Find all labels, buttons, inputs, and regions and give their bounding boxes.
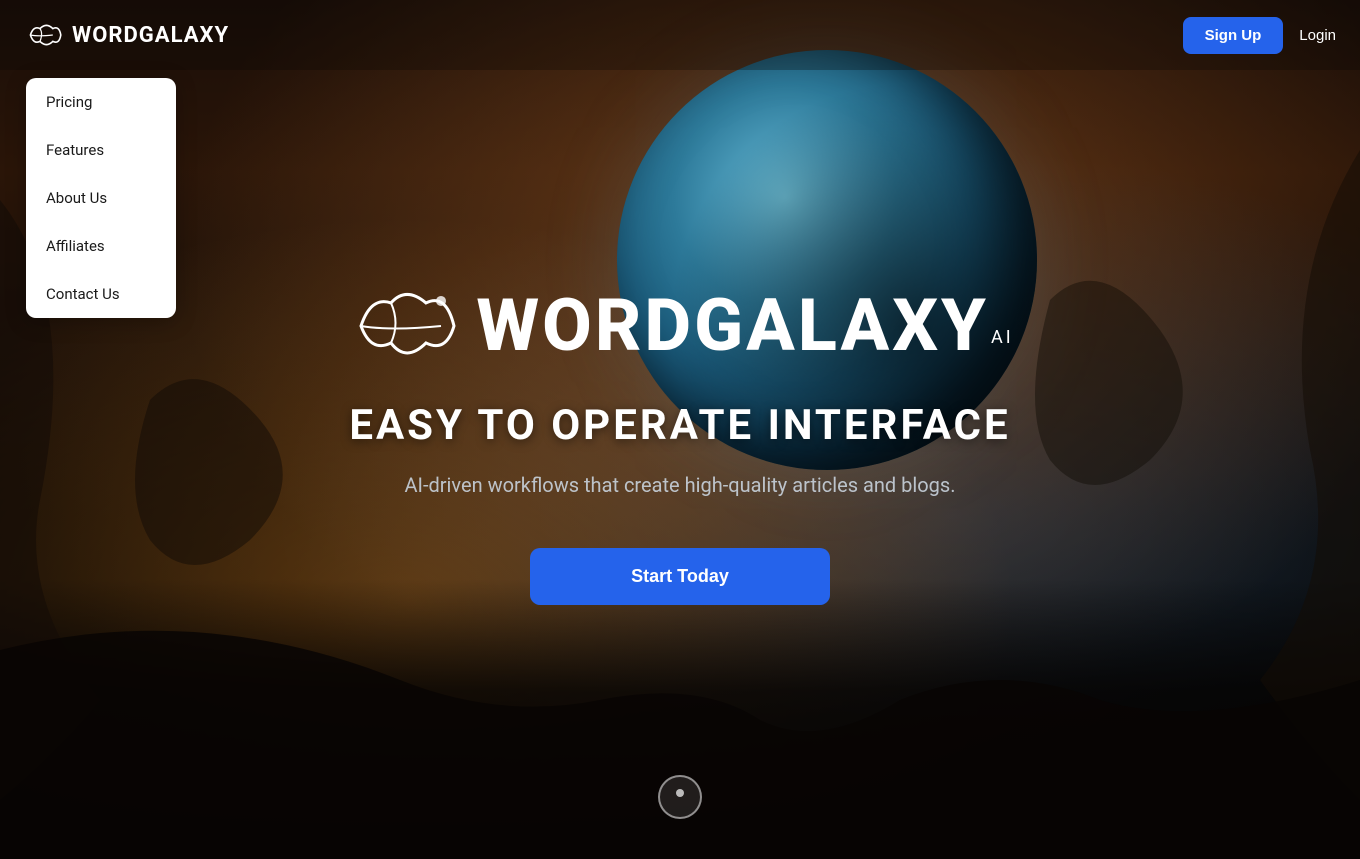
signup-button[interactable]: Sign Up: [1183, 17, 1284, 54]
scroll-dot: [676, 789, 684, 797]
hero-logo-icon: [346, 280, 466, 370]
hero-logo: WORDGALAXYAI: [230, 280, 1130, 370]
hero-logo-wordtext: WORDGALAXYAI: [476, 289, 1013, 361]
navbar: WORDGALAXY Sign Up Login: [0, 0, 1360, 70]
hero-content: WORDGALAXYAI EASY TO OPERATE INTERFACE A…: [230, 280, 1130, 604]
navbar-brand-text: WORDGALAXY: [72, 23, 229, 48]
menu-item-pricing[interactable]: Pricing: [26, 78, 176, 126]
scroll-circle: [658, 775, 702, 819]
brand-name: WORDGALAXY: [72, 23, 229, 48]
start-today-button[interactable]: Start Today: [530, 547, 830, 604]
hero-title: EASY TO OPERATE INTERFACE: [230, 400, 1130, 449]
hero-subtitle: AI-driven workflows that create high-qua…: [230, 469, 1130, 499]
menu-item-affiliates[interactable]: Affiliates: [26, 222, 176, 270]
menu-item-contact[interactable]: Contact Us: [26, 270, 176, 318]
menu-item-about[interactable]: About Us: [26, 174, 176, 222]
menu-item-features[interactable]: Features: [26, 126, 176, 174]
scroll-indicator: [658, 775, 702, 819]
hero-brand-name: WORDGALAXY: [476, 282, 989, 367]
dropdown-menu: Pricing Features About Us Affiliates Con…: [26, 78, 176, 318]
login-button[interactable]: Login: [1299, 27, 1336, 44]
hero-ai-suffix: AI: [991, 327, 1014, 348]
nav-actions: Sign Up Login: [1183, 17, 1336, 54]
logo-icon: [24, 19, 64, 51]
navbar-logo[interactable]: WORDGALAXY: [24, 19, 229, 51]
